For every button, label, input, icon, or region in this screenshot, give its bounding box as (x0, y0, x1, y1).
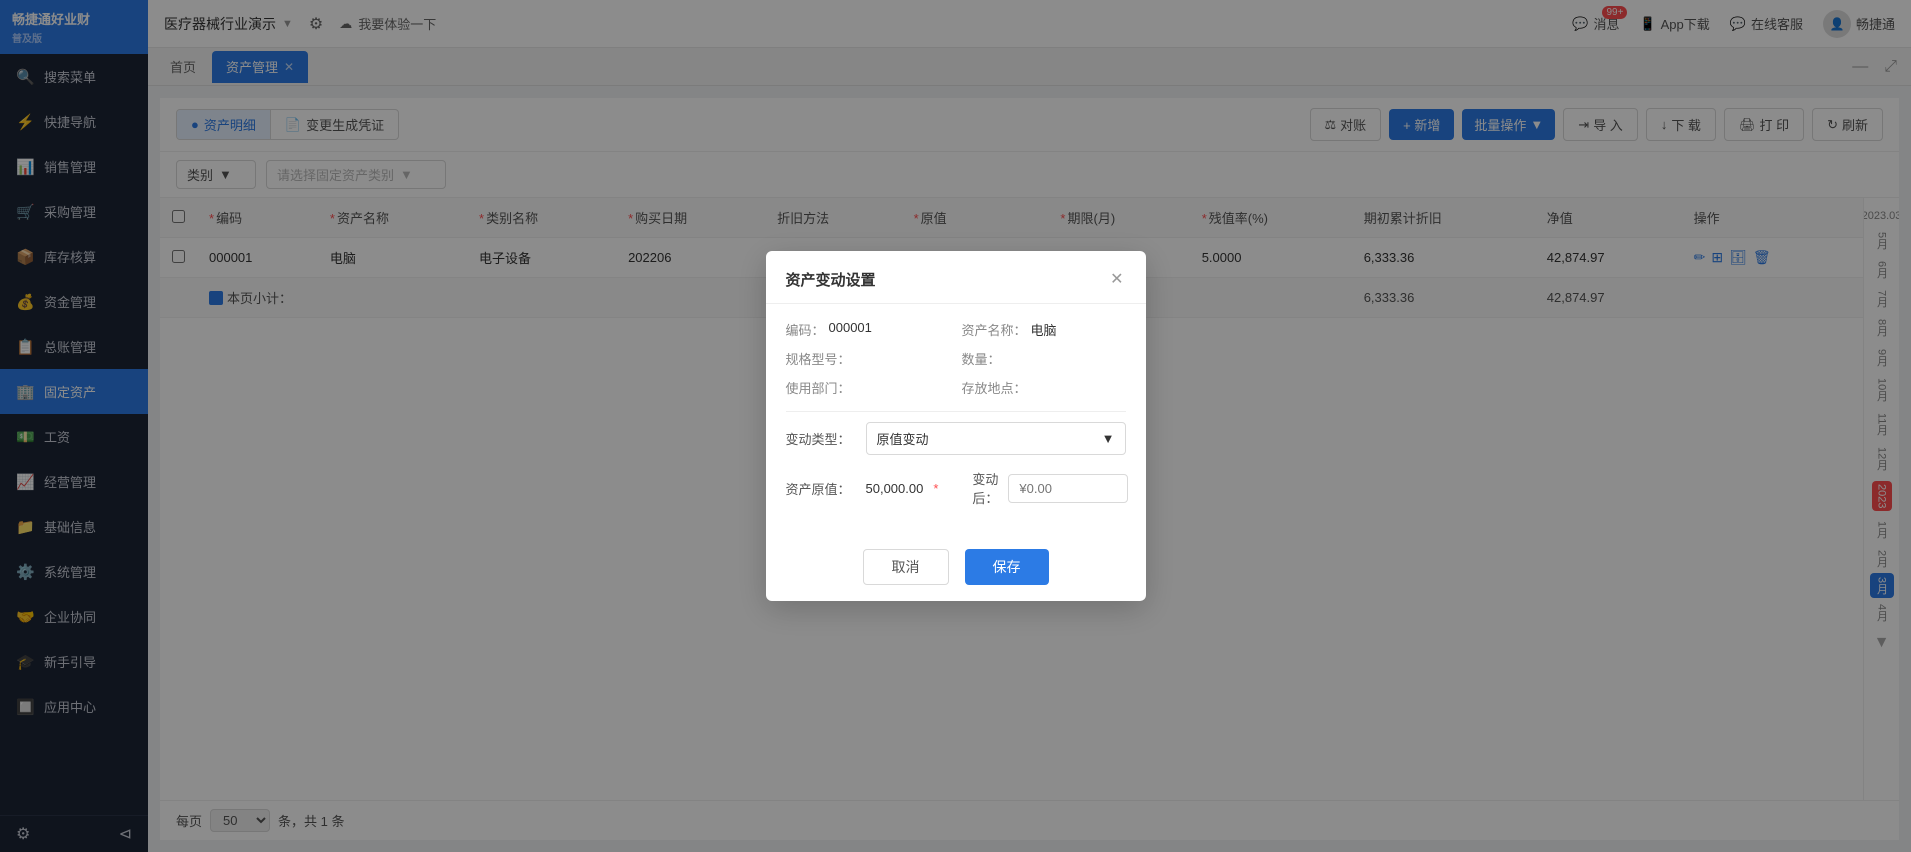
modal-name-value: 电脑 (1031, 320, 1057, 339)
modal-model: 规格型号： (786, 349, 950, 368)
modal-info-grid: 编码： 000001 资产名称： 电脑 规格型号： 数量： 使用部门： (786, 320, 1126, 397)
after-value-input[interactable] (1008, 474, 1128, 503)
modal-quantity: 数量： (962, 349, 1126, 368)
modal-asset-name: 资产名称： 电脑 (962, 320, 1126, 339)
modal-header: 资产变动设置 ✕ (766, 251, 1146, 304)
modal-title: 资产变动设置 (786, 269, 876, 290)
save-btn[interactable]: 保存 (965, 549, 1049, 585)
modal-body: 编码： 000001 资产名称： 电脑 规格型号： 数量： 使用部门： (766, 304, 1146, 537)
change-type-arrow: ▼ (1102, 431, 1115, 446)
asset-value-label: 资产原值： (786, 479, 856, 498)
asset-value-row: 资产原值： 50,000.00 * 变动后： (786, 469, 1126, 507)
modal-dept: 使用部门： (786, 378, 950, 397)
modal-code: 编码： 000001 (786, 320, 950, 339)
change-type-value: 原值变动 (877, 429, 929, 448)
required-star: * (933, 481, 938, 496)
after-label: 变动后： (948, 469, 998, 507)
change-type-select[interactable]: 原值变动 ▼ (866, 422, 1126, 455)
modal-close-btn[interactable]: ✕ (1108, 267, 1125, 291)
modal-code-value: 000001 (829, 320, 872, 339)
asset-value-display: 50,000.00 (866, 481, 924, 496)
change-type-label: 变动类型： (786, 429, 856, 448)
modal-footer: 取消 保存 (766, 537, 1146, 601)
modal-overlay: 资产变动设置 ✕ 编码： 000001 资产名称： 电脑 规格型号： 数量： (0, 0, 1911, 852)
cancel-btn[interactable]: 取消 (863, 549, 949, 585)
modal-divider (786, 411, 1126, 412)
modal-location: 存放地点： (962, 378, 1126, 397)
change-type-row: 变动类型： 原值变动 ▼ (786, 422, 1126, 455)
asset-change-modal: 资产变动设置 ✕ 编码： 000001 资产名称： 电脑 规格型号： 数量： (766, 251, 1146, 601)
